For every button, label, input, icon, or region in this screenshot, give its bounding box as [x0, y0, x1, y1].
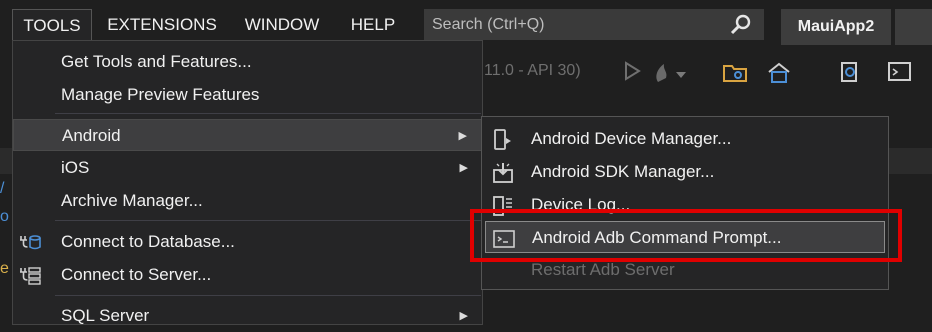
menu-extensions[interactable]: EXTENSIONS: [100, 9, 224, 40]
menu-item-label: Android: [62, 126, 121, 145]
submenu-arrow-icon: ▶: [459, 310, 468, 322]
menu-help[interactable]: HELP: [342, 9, 404, 40]
home-icon[interactable]: [766, 60, 792, 86]
menu-window[interactable]: WINDOW: [232, 9, 332, 40]
play-icon[interactable]: [622, 60, 642, 82]
menu-item-connect-server[interactable]: Connect to Server...: [13, 259, 482, 291]
folder-search-icon[interactable]: [722, 60, 748, 84]
menu-item-android[interactable]: Android ▶: [13, 119, 482, 151]
menu-item-get-tools[interactable]: Get Tools and Features...: [13, 46, 482, 78]
editor-glyph: o: [0, 208, 9, 225]
submenu-arrow-icon: ▶: [458, 130, 467, 142]
search-box[interactable]: Search (Ctrl+Q): [424, 9, 764, 40]
menu-separator: [55, 113, 481, 114]
database-connect-icon: [20, 235, 41, 250]
menu-item-label: Connect to Database...: [61, 232, 235, 251]
submenu-item-label: Android SDK Manager...: [531, 162, 715, 181]
submenu-item-label: Android Device Manager...: [531, 129, 732, 148]
square-button[interactable]: [895, 9, 932, 45]
menu-item-connect-database[interactable]: Connect to Database...: [13, 226, 482, 258]
menu-separator: [55, 295, 481, 296]
menu-item-label: Manage Preview Features: [61, 85, 260, 104]
editor-glyph: /: [0, 180, 5, 197]
submenu-arrow-icon: ▶: [459, 162, 468, 174]
menu-item-sql-server[interactable]: SQL Server ▶: [13, 300, 482, 332]
sdk-download-icon: [493, 163, 513, 183]
server-connect-icon: [20, 267, 41, 285]
copy-refresh-icon[interactable]: [836, 60, 862, 86]
menu-item-label: Get Tools and Features...: [61, 52, 252, 71]
terminal-toolbar-icon[interactable]: [888, 60, 912, 84]
menu-item-archive-manager[interactable]: Archive Manager...: [13, 185, 482, 217]
hot-reload-icon[interactable]: [652, 60, 686, 86]
target-device-fragment[interactable]: 11.0 - API 30): [484, 62, 581, 80]
menu-item-manage-preview[interactable]: Manage Preview Features: [13, 79, 482, 111]
editor-glyph: e: [0, 260, 9, 277]
submenu-item-sdk-manager[interactable]: Android SDK Manager...: [482, 156, 888, 188]
menu-item-label: Archive Manager...: [61, 191, 203, 210]
menu-separator: [55, 220, 481, 221]
android-submenu: Android Device Manager... Android SDK Ma…: [481, 116, 889, 290]
menu-item-label: iOS: [61, 158, 90, 177]
menu-tools[interactable]: TOOLS: [12, 9, 92, 41]
submenu-item-device-manager[interactable]: Android Device Manager...: [482, 123, 888, 155]
menu-item-ios[interactable]: iOS ▶: [13, 152, 482, 184]
menu-item-label: Connect to Server...: [61, 265, 212, 284]
annotation-highlight-box: [470, 209, 902, 262]
search-placeholder: Search (Ctrl+Q): [432, 16, 545, 33]
search-icon[interactable]: [730, 14, 752, 36]
device-icon: [494, 129, 511, 150]
menu-item-label: SQL Server: [61, 306, 150, 325]
tools-dropdown-menu: Get Tools and Features... Manage Preview…: [12, 40, 483, 325]
solution-name-badge[interactable]: MauiApp2: [781, 9, 891, 45]
